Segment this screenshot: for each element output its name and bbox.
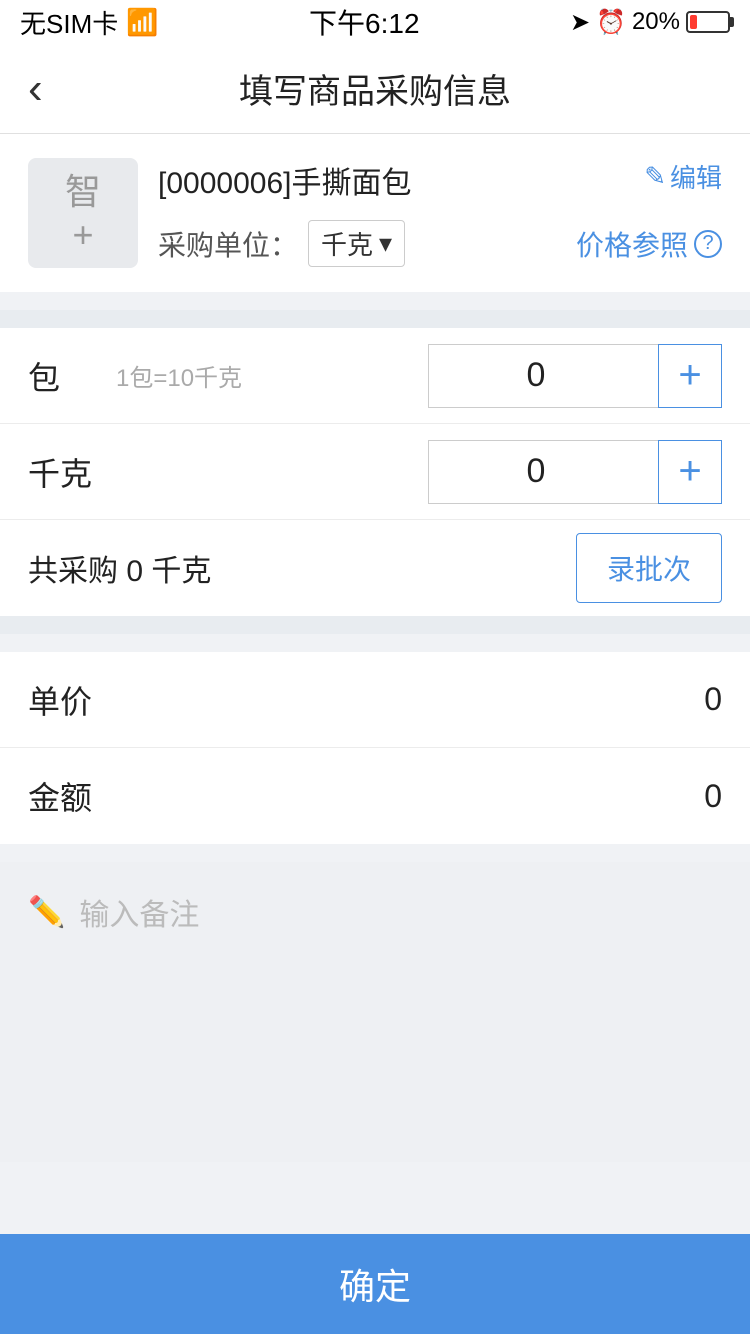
amount-value: 0 [704, 778, 722, 815]
status-bar: 无SIM卡 📶 下午6:12 ➤ ⏰ 20% [0, 0, 750, 44]
amount-label: 金额 [28, 773, 92, 819]
product-logo: 智 + [65, 170, 101, 256]
kg-label: 千克 [28, 449, 108, 495]
wifi-icon: 📶 [126, 7, 158, 38]
unit-price-row: 单价 0 [0, 652, 750, 748]
unit-value: 千克 [321, 225, 373, 262]
info-icon: ? [694, 230, 722, 258]
pencil-icon: ✏️ [28, 895, 65, 930]
product-image: 智 + [28, 158, 138, 268]
nav-bar: ‹ 填写商品采购信息 [0, 44, 750, 134]
total-row: 共采购 0 千克 录批次 [0, 520, 750, 616]
price-ref-button[interactable]: 价格参照 ? [576, 224, 722, 264]
amount-row: 金额 0 [0, 748, 750, 844]
product-unit-row: 采购单位： 千克 ▾ 价格参照 ? [158, 220, 722, 267]
unit-select[interactable]: 千克 ▾ [308, 220, 405, 267]
price-ref-label: 价格参照 [576, 224, 688, 264]
battery-icon [686, 11, 730, 33]
chevron-down-icon: ▾ [379, 228, 392, 259]
unit-prefix-label: 采购单位： [158, 224, 298, 264]
edit-icon: ✎ [644, 161, 666, 192]
battery-percent: 20% [632, 8, 680, 36]
carrier-label: 无SIM卡 [20, 4, 118, 41]
total-label: 共采购 0 千克 [28, 546, 211, 590]
pack-quantity-input[interactable] [428, 344, 658, 408]
pack-input-right: + [428, 344, 722, 408]
divider-1 [0, 310, 750, 328]
divider-2 [0, 616, 750, 634]
kg-plus-button[interactable]: + [658, 440, 722, 504]
back-button[interactable]: ‹ [28, 67, 43, 111]
location-icon: ➤ [570, 8, 590, 37]
product-section: 智 + [0000006]手撕面包 ✎ 编辑 采购单位： 千克 ▾ 价格参照 ? [0, 134, 750, 292]
input-section: 包 1包=10千克 + 千克 + [0, 328, 750, 520]
confirm-button[interactable]: 确定 [0, 1234, 750, 1334]
remark-placeholder: 输入备注 [79, 890, 199, 934]
bottom-spacer [0, 962, 750, 1162]
pack-input-row: 包 1包=10千克 + [0, 328, 750, 424]
pack-sublabel: 1包=10千克 [116, 358, 428, 393]
batch-button[interactable]: 录批次 [576, 533, 722, 603]
edit-button[interactable]: ✎ 编辑 [644, 158, 722, 195]
pack-plus-button[interactable]: + [658, 344, 722, 408]
remark-section[interactable]: ✏️ 输入备注 [0, 862, 750, 962]
page-title: 填写商品采购信息 [239, 64, 511, 113]
price-section: 单价 0 金额 0 [0, 652, 750, 844]
time-label: 下午6:12 [309, 2, 420, 42]
pack-label: 包 [28, 353, 108, 399]
product-header: [0000006]手撕面包 ✎ 编辑 [158, 158, 722, 202]
unit-price-value: 0 [704, 681, 722, 718]
status-right: ➤ ⏰ 20% [570, 8, 730, 37]
unit-price-label: 单价 [28, 677, 92, 723]
product-info: [0000006]手撕面包 ✎ 编辑 采购单位： 千克 ▾ 价格参照 ? [158, 158, 722, 267]
kg-quantity-input[interactable] [428, 440, 658, 504]
alarm-icon: ⏰ [596, 8, 626, 37]
status-left: 无SIM卡 📶 [20, 4, 159, 41]
edit-label: 编辑 [670, 158, 722, 195]
product-name: [0000006]手撕面包 [158, 158, 411, 202]
kg-input-right: + [428, 440, 722, 504]
kg-input-row: 千克 + [0, 424, 750, 520]
